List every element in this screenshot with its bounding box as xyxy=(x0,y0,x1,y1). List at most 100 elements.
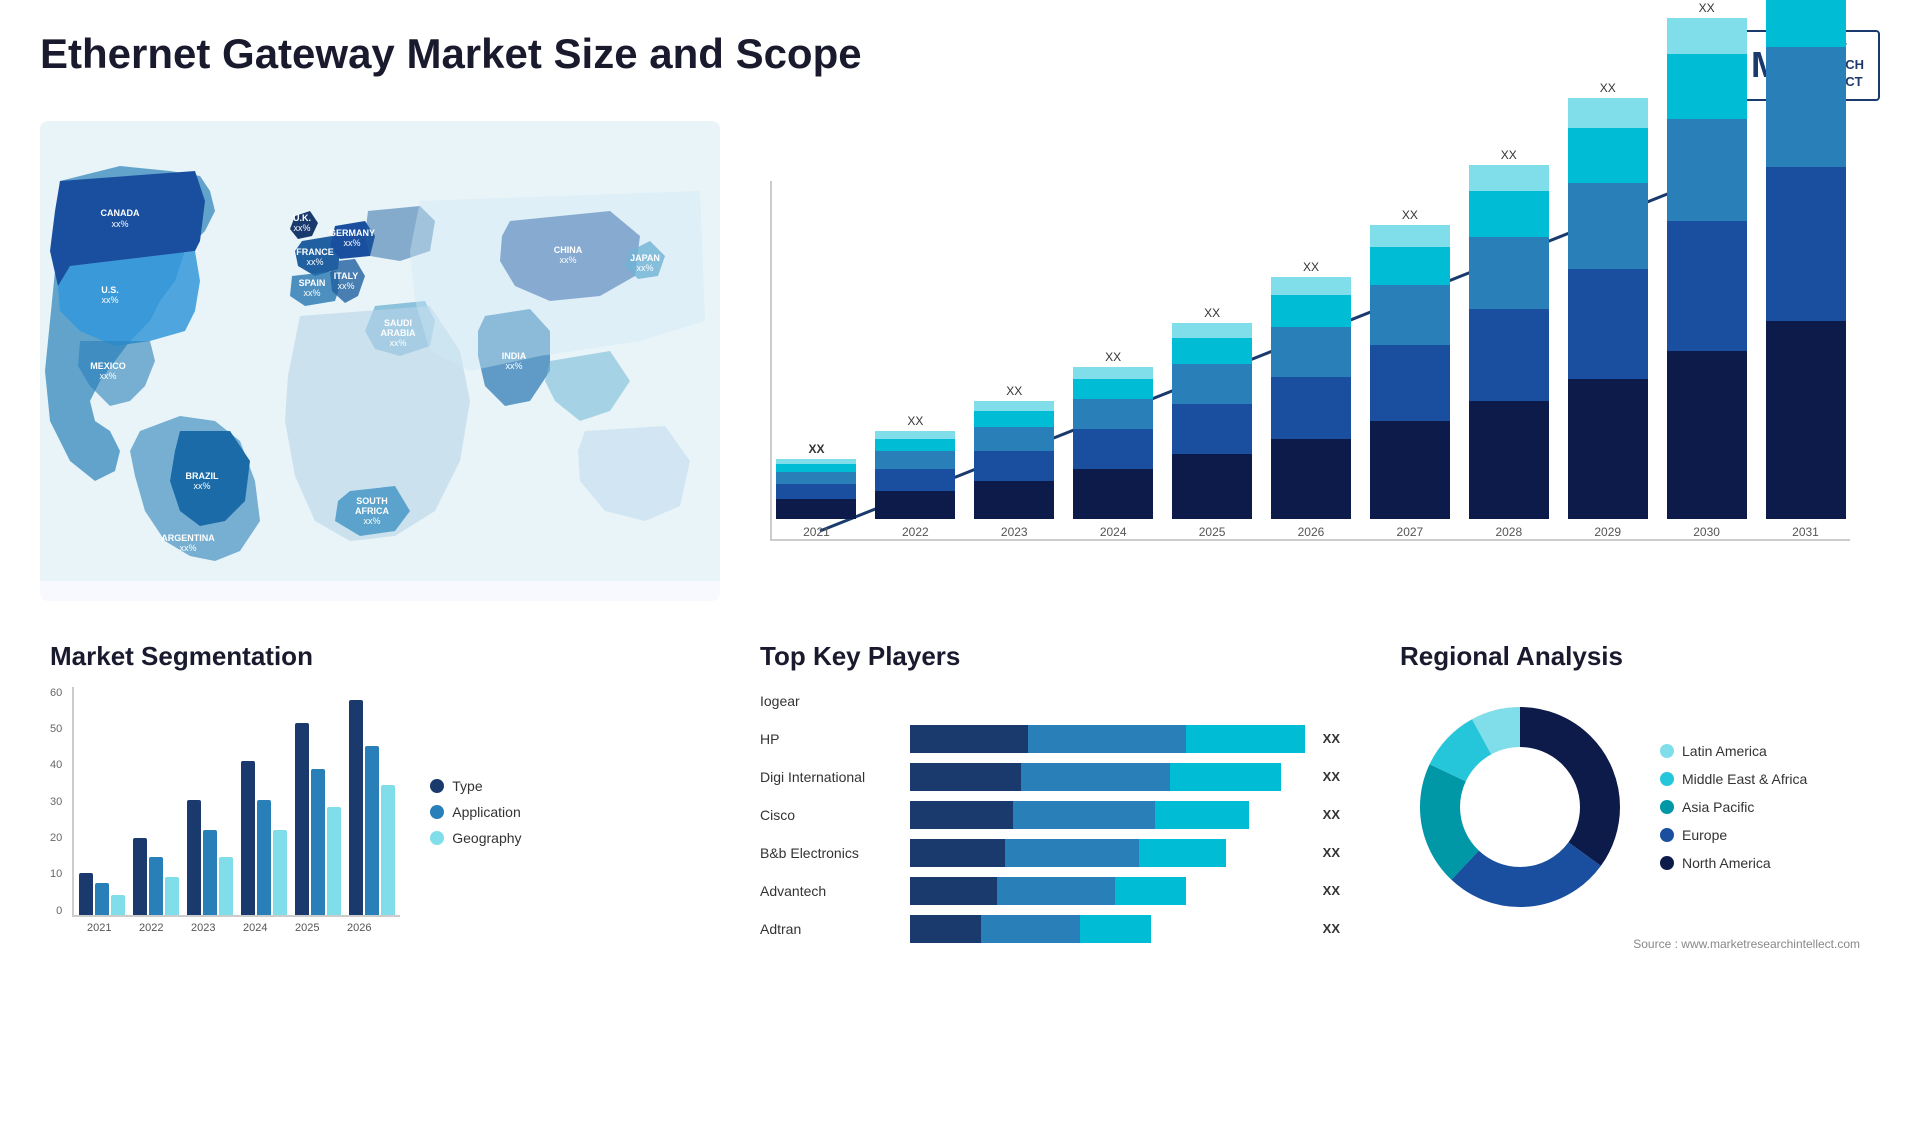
legend-type: Type xyxy=(430,778,521,794)
player-cisco: Cisco XX xyxy=(760,801,1340,829)
player-xx-digi: XX xyxy=(1323,769,1340,784)
svg-text:xx%: xx% xyxy=(559,255,576,265)
players-title: Top Key Players xyxy=(760,641,1340,672)
svg-text:GERMANY: GERMANY xyxy=(329,228,375,238)
bar-2029: XX 2029 xyxy=(1563,181,1652,539)
svg-text:xx%: xx% xyxy=(193,481,210,491)
seg-bar-2023 xyxy=(187,800,233,915)
legend-geography: Geography xyxy=(430,830,521,846)
legend-latin-america: Latin America xyxy=(1660,743,1807,759)
y-label-60: 60 xyxy=(50,687,62,699)
svg-text:xx%: xx% xyxy=(293,223,310,233)
player-bar-hp xyxy=(910,725,1305,753)
bar-2023: XX 2023 xyxy=(970,181,1059,539)
legend-geo-dot xyxy=(430,831,444,845)
legend-geo-label: Geography xyxy=(452,830,521,846)
player-advantech: Advantech XX xyxy=(760,877,1340,905)
bar-seg1-advantech xyxy=(910,877,997,905)
bar-seg3-adtran xyxy=(1080,915,1151,943)
legend-asia-pacific: Asia Pacific xyxy=(1660,799,1807,815)
seg-bar-2022 xyxy=(133,838,179,915)
bar-2025: XX 2025 xyxy=(1168,181,1257,539)
regional-section: Regional Analysis xyxy=(1380,631,1880,963)
regional-legend: Latin America Middle East & Africa Asia … xyxy=(1660,743,1807,871)
world-map-svg: CANADA xx% U.S. xx% MEXICO xx% BRAZIL xx… xyxy=(40,121,720,581)
bar-2028: XX 2028 xyxy=(1464,181,1553,539)
legend-app-dot xyxy=(430,805,444,819)
world-map-section: CANADA xx% U.S. xx% MEXICO xx% BRAZIL xx… xyxy=(40,121,720,601)
svg-text:JAPAN: JAPAN xyxy=(630,253,660,263)
label-europe: Europe xyxy=(1682,827,1727,843)
player-bar-cisco xyxy=(910,801,1305,829)
label-asia-pacific: Asia Pacific xyxy=(1682,799,1754,815)
legend-app-label: Application xyxy=(452,804,521,820)
bar-2024: XX 2024 xyxy=(1069,181,1158,539)
svg-text:U.K.: U.K. xyxy=(293,213,311,223)
bar-seg3-hp xyxy=(1186,725,1304,753)
players-section: Top Key Players Iogear HP XX Digi Intern… xyxy=(740,631,1360,963)
svg-text:xx%: xx% xyxy=(303,288,320,298)
bar-seg1-cisco xyxy=(910,801,1013,829)
player-bar-advantech xyxy=(910,877,1305,905)
dot-asia-pacific xyxy=(1660,800,1674,814)
svg-text:xx%: xx% xyxy=(306,257,323,267)
x-label-2022: 2022 xyxy=(129,922,173,934)
svg-text:SAUDI: SAUDI xyxy=(384,318,412,328)
legend-type-label: Type xyxy=(452,778,482,794)
donut-svg xyxy=(1400,687,1640,927)
svg-text:xx%: xx% xyxy=(111,219,128,229)
y-label-50: 50 xyxy=(50,723,62,735)
svg-text:ITALY: ITALY xyxy=(334,271,359,281)
dot-north-america xyxy=(1660,856,1674,870)
svg-text:xx%: xx% xyxy=(389,338,406,348)
svg-text:AFRICA: AFRICA xyxy=(355,506,389,516)
svg-text:xx%: xx% xyxy=(337,281,354,291)
bar-seg1-hp xyxy=(910,725,1028,753)
player-xx-advantech: XX xyxy=(1323,883,1340,898)
svg-text:SPAIN: SPAIN xyxy=(299,278,326,288)
bar-value-2021: XX xyxy=(808,442,824,456)
x-label-2021: 2021 xyxy=(77,922,121,934)
svg-text:xx%: xx% xyxy=(363,516,380,526)
bar-2027: XX 2027 xyxy=(1365,181,1454,539)
player-hp: HP XX xyxy=(760,725,1340,753)
svg-text:CANADA: CANADA xyxy=(101,208,140,218)
y-label-40: 40 xyxy=(50,759,62,771)
legend-application: Application xyxy=(430,804,521,820)
bar-seg1-bb xyxy=(910,839,1005,867)
x-label-2024: 2024 xyxy=(233,922,277,934)
dot-europe xyxy=(1660,828,1674,842)
page-title: Ethernet Gateway Market Size and Scope xyxy=(40,30,862,78)
svg-text:ARABIA: ARABIA xyxy=(381,328,416,338)
x-label-2025: 2025 xyxy=(285,922,329,934)
svg-text:SOUTH: SOUTH xyxy=(356,496,388,506)
player-xx-hp: XX xyxy=(1323,731,1340,746)
player-name-iogear: Iogear xyxy=(760,693,900,709)
player-name-cisco: Cisco xyxy=(760,807,900,823)
y-label-30: 30 xyxy=(50,796,62,808)
bar-seg2-hp xyxy=(1028,725,1186,753)
player-bb: B&b Electronics XX xyxy=(760,839,1340,867)
player-name-digi: Digi International xyxy=(760,769,900,785)
svg-text:CHINA: CHINA xyxy=(554,245,583,255)
player-xx-cisco: XX xyxy=(1323,807,1340,822)
bar-2021: XX 2021 xyxy=(772,181,861,539)
x-label-2026: 2026 xyxy=(337,922,381,934)
svg-text:xx%: xx% xyxy=(179,543,196,553)
player-digi: Digi International XX xyxy=(760,763,1340,791)
bar-seg2-adtran xyxy=(981,915,1080,943)
player-bar-digi xyxy=(910,763,1305,791)
bar-seg2-digi xyxy=(1021,763,1171,791)
seg-bar-2021 xyxy=(79,873,125,915)
y-label-0: 0 xyxy=(50,905,62,917)
bar-seg1-digi xyxy=(910,763,1021,791)
bar-seg2-bb xyxy=(1005,839,1139,867)
player-name-hp: HP xyxy=(760,731,900,747)
bar-2022: XX 2022 xyxy=(871,181,960,539)
player-bar-adtran xyxy=(910,915,1305,943)
svg-text:FRANCE: FRANCE xyxy=(296,247,334,257)
svg-text:xx%: xx% xyxy=(505,361,522,371)
bar-seg1-adtran xyxy=(910,915,981,943)
bottom-grid: Market Segmentation 60 50 40 30 20 10 0 xyxy=(40,631,1880,963)
bar-2031: XX 2031 xyxy=(1761,181,1850,539)
